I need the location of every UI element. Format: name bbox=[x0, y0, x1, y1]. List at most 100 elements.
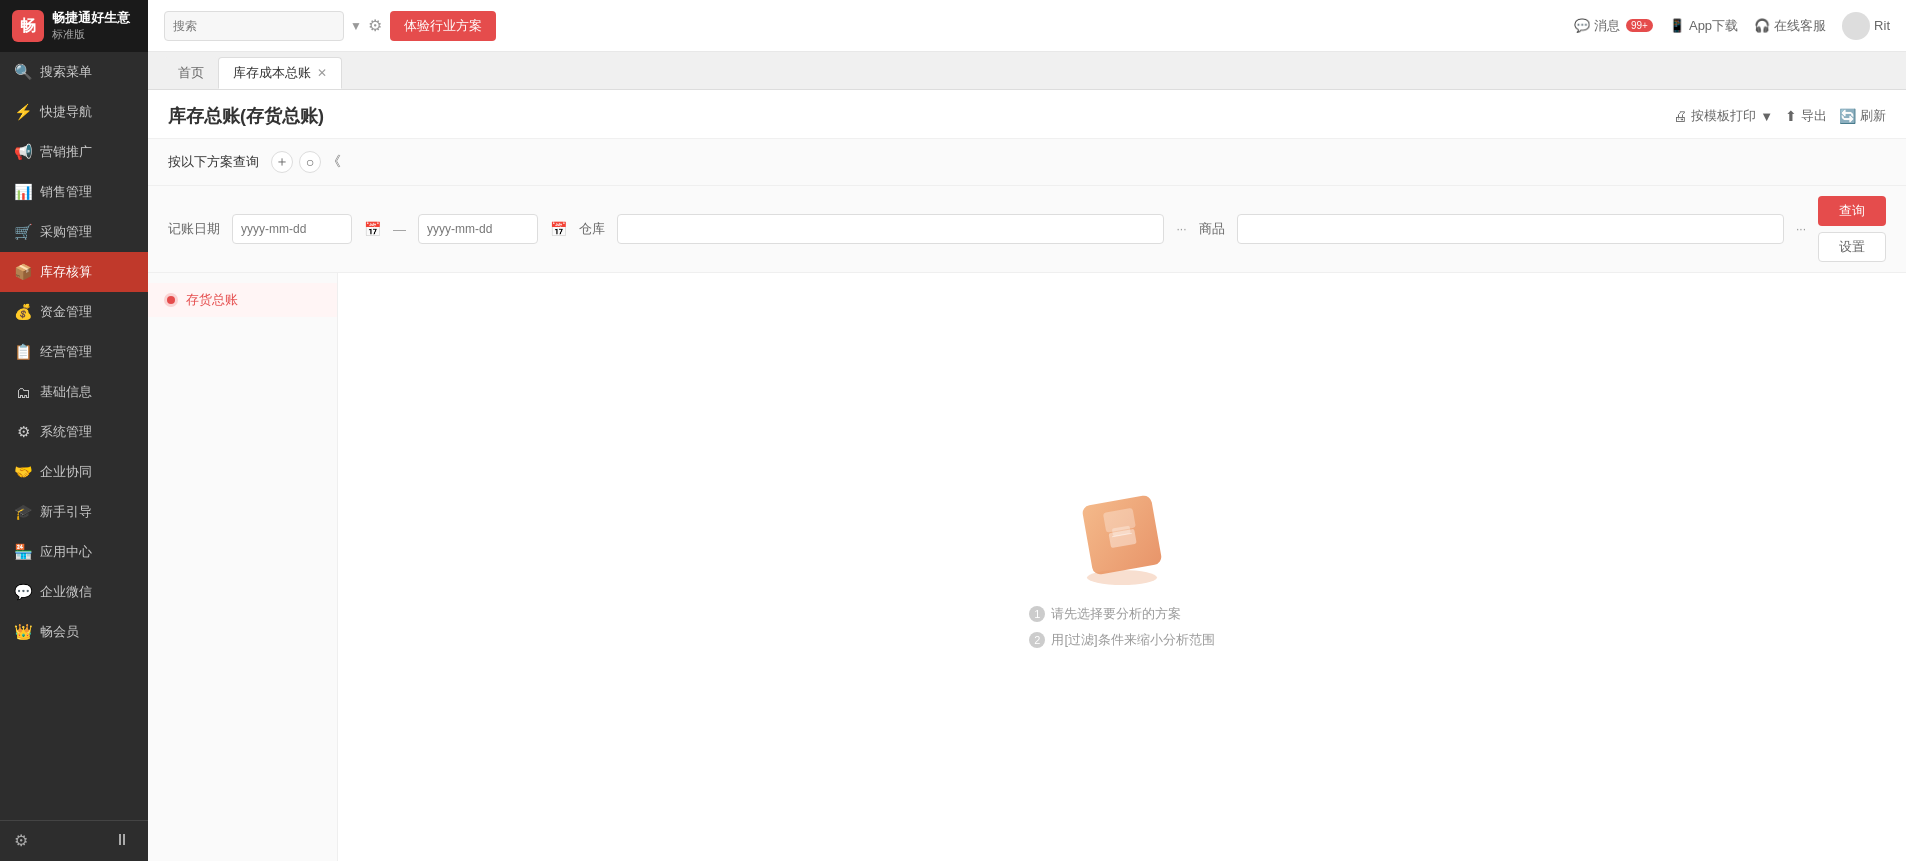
sidebar-item-search-menu[interactable]: 🔍 搜索菜单 bbox=[0, 52, 148, 92]
sidebar-item-enterprise[interactable]: 🤝 企业协同 bbox=[0, 452, 148, 492]
product-field-label: 商品 bbox=[1199, 220, 1225, 238]
export-button[interactable]: ⬆ 导出 bbox=[1785, 107, 1827, 125]
hint-number-2: 2 bbox=[1029, 632, 1045, 648]
sidebar-item-purchase[interactable]: 🛒 采购管理 bbox=[0, 212, 148, 252]
sidebar-item-basics[interactable]: 🗂 基础信息 bbox=[0, 372, 148, 412]
date-to-input[interactable] bbox=[418, 214, 538, 244]
basics-icon: 🗂 bbox=[14, 383, 32, 401]
hint-number-1: 1 bbox=[1029, 606, 1045, 622]
warehouse-field-label: 仓库 bbox=[579, 220, 605, 238]
sidebar-item-label: 搜索菜单 bbox=[40, 63, 92, 81]
user-avatar bbox=[1842, 12, 1870, 40]
middle-layout: 存货总账 1 bbox=[148, 273, 1906, 861]
warehouse-more-icon[interactable]: ··· bbox=[1176, 222, 1186, 236]
filter-label: 按以下方案查询 bbox=[168, 153, 259, 171]
operations-icon: 📋 bbox=[14, 343, 32, 361]
filter-actions: ＋ ○ 《 bbox=[271, 151, 341, 173]
export-label: 导出 bbox=[1801, 107, 1827, 125]
sidebar-item-label: 销售管理 bbox=[40, 183, 92, 201]
export-icon: ⬆ bbox=[1785, 108, 1797, 124]
query-button[interactable]: 查询 bbox=[1818, 196, 1886, 226]
marketing-icon: 📢 bbox=[14, 143, 32, 161]
edition-label: 标准版 bbox=[52, 27, 130, 41]
warehouse-input[interactable] bbox=[617, 214, 1164, 244]
topbar-left: ▼ ⚙ 体验行业方案 bbox=[164, 11, 496, 41]
sidebar-item-inventory[interactable]: 📦 库存核算 bbox=[0, 252, 148, 292]
sidebar-item-label: 资金管理 bbox=[40, 303, 92, 321]
sidebar-item-label: 畅会员 bbox=[40, 623, 79, 641]
user-avatar-item[interactable]: Rit bbox=[1842, 12, 1890, 40]
page-header: 库存总账(存货总账) 🖨 按模板打印 ▼ ⬆ 导出 🔄 刷新 bbox=[148, 90, 1906, 139]
scheme-item-label: 存货总账 bbox=[186, 291, 238, 309]
system-icon: ⚙ bbox=[14, 423, 32, 441]
collapse-sidebar-icon[interactable]: ⏸ bbox=[114, 831, 134, 851]
sidebar-item-label: 库存核算 bbox=[40, 263, 92, 281]
sidebar-item-sales[interactable]: 📊 销售管理 bbox=[0, 172, 148, 212]
app-center-icon: 🏪 bbox=[14, 543, 32, 561]
online-support-item[interactable]: 🎧 在线客服 bbox=[1754, 17, 1826, 35]
tab-home[interactable]: 首页 bbox=[164, 57, 218, 89]
sidebar-item-newbie[interactable]: 🎓 新手引导 bbox=[0, 492, 148, 532]
topbar-gear-icon[interactable]: ⚙ bbox=[368, 16, 382, 35]
member-icon: 👑 bbox=[14, 623, 32, 641]
date-from-input[interactable] bbox=[232, 214, 352, 244]
headset-icon: 🎧 bbox=[1754, 18, 1770, 33]
sidebar-item-label: 企业微信 bbox=[40, 583, 92, 601]
industry-solution-button[interactable]: 体验行业方案 bbox=[390, 11, 496, 41]
sidebar-item-marketing[interactable]: 📢 营销推广 bbox=[0, 132, 148, 172]
app-download-item[interactable]: 📱 App下载 bbox=[1669, 17, 1738, 35]
sidebar-item-operations[interactable]: 📋 经营管理 bbox=[0, 332, 148, 372]
settings-button[interactable]: 设置 bbox=[1818, 232, 1886, 262]
tab-inventory-cost-label: 库存成本总账 bbox=[233, 64, 311, 82]
svg-point-1 bbox=[167, 296, 175, 304]
data-area: 1 请先选择要分析的方案 2 用[过滤]条件来缩小分析范围 bbox=[338, 273, 1906, 861]
topbar-search-area: ▼ ⚙ bbox=[164, 11, 382, 41]
sidebar-item-app-center[interactable]: 🏪 应用中心 bbox=[0, 532, 148, 572]
messages-badge: 99+ bbox=[1626, 19, 1653, 32]
messages-label: 消息 bbox=[1594, 17, 1620, 35]
sidebar-nav: 🔍 搜索菜单 ⚡ 快捷导航 📢 营销推广 📊 销售管理 🛒 采购管理 📦 库存核… bbox=[0, 52, 148, 820]
purchase-icon: 🛒 bbox=[14, 223, 32, 241]
filter-add-button[interactable]: ＋ bbox=[271, 151, 293, 173]
filter-fields: 记账日期 📅 — 📅 仓库 ··· 商品 ··· 查询 设置 bbox=[148, 186, 1906, 273]
message-icon: 💬 bbox=[1574, 18, 1590, 33]
calendar-to-icon[interactable]: 📅 bbox=[550, 221, 567, 237]
brand-logo-icon: 畅 bbox=[12, 10, 44, 42]
calendar-from-icon[interactable]: 📅 bbox=[364, 221, 381, 237]
topbar-search-input[interactable] bbox=[164, 11, 344, 41]
topbar: ▼ ⚙ 体验行业方案 💬 消息 99+ 📱 App下载 🎧 在线客服 Rit bbox=[148, 0, 1906, 52]
filter-remove-button[interactable]: ○ bbox=[299, 151, 321, 173]
sidebar-item-label: 应用中心 bbox=[40, 543, 92, 561]
refresh-label: 刷新 bbox=[1860, 107, 1886, 125]
sidebar-item-system[interactable]: ⚙ 系统管理 bbox=[0, 412, 148, 452]
refresh-button[interactable]: 🔄 刷新 bbox=[1839, 107, 1886, 125]
topbar-dropdown-arrow[interactable]: ▼ bbox=[350, 19, 362, 33]
print-button[interactable]: 🖨 按模板打印 ▼ bbox=[1673, 107, 1773, 125]
sidebar-item-wechat[interactable]: 💬 企业微信 bbox=[0, 572, 148, 612]
refresh-icon: 🔄 bbox=[1839, 108, 1856, 124]
scheme-item-inventory-ledger[interactable]: 存货总账 bbox=[148, 283, 337, 317]
sidebar-item-label: 快捷导航 bbox=[40, 103, 92, 121]
settings-gear-icon[interactable]: ⚙ bbox=[14, 831, 34, 851]
page-header-actions: 🖨 按模板打印 ▼ ⬆ 导出 🔄 刷新 bbox=[1673, 107, 1886, 125]
sidebar-item-label: 系统管理 bbox=[40, 423, 92, 441]
product-input[interactable] bbox=[1237, 214, 1784, 244]
tab-inventory-cost[interactable]: 库存成本总账 ✕ bbox=[218, 57, 342, 89]
quick-nav-icon: ⚡ bbox=[14, 103, 32, 121]
finance-icon: 💰 bbox=[14, 303, 32, 321]
sidebar-item-finance[interactable]: 💰 资金管理 bbox=[0, 292, 148, 332]
sidebar-item-member[interactable]: 👑 畅会员 bbox=[0, 612, 148, 652]
newbie-icon: 🎓 bbox=[14, 503, 32, 521]
sidebar-item-label: 企业协同 bbox=[40, 463, 92, 481]
product-more-icon[interactable]: ··· bbox=[1796, 222, 1806, 236]
sidebar-item-quick-nav[interactable]: ⚡ 快捷导航 bbox=[0, 92, 148, 132]
tab-home-label: 首页 bbox=[178, 64, 204, 82]
empty-box-graphic bbox=[1081, 494, 1162, 575]
phone-icon: 📱 bbox=[1669, 18, 1685, 33]
tab-close-icon[interactable]: ✕ bbox=[317, 66, 327, 80]
filter-collapse-button[interactable]: 《 bbox=[327, 153, 341, 171]
filter-bar: 按以下方案查询 ＋ ○ 《 bbox=[148, 139, 1906, 186]
date-field-label: 记账日期 bbox=[168, 220, 220, 238]
tabbar: 首页 库存成本总账 ✕ bbox=[148, 52, 1906, 90]
messages-item[interactable]: 💬 消息 99+ bbox=[1574, 17, 1653, 35]
